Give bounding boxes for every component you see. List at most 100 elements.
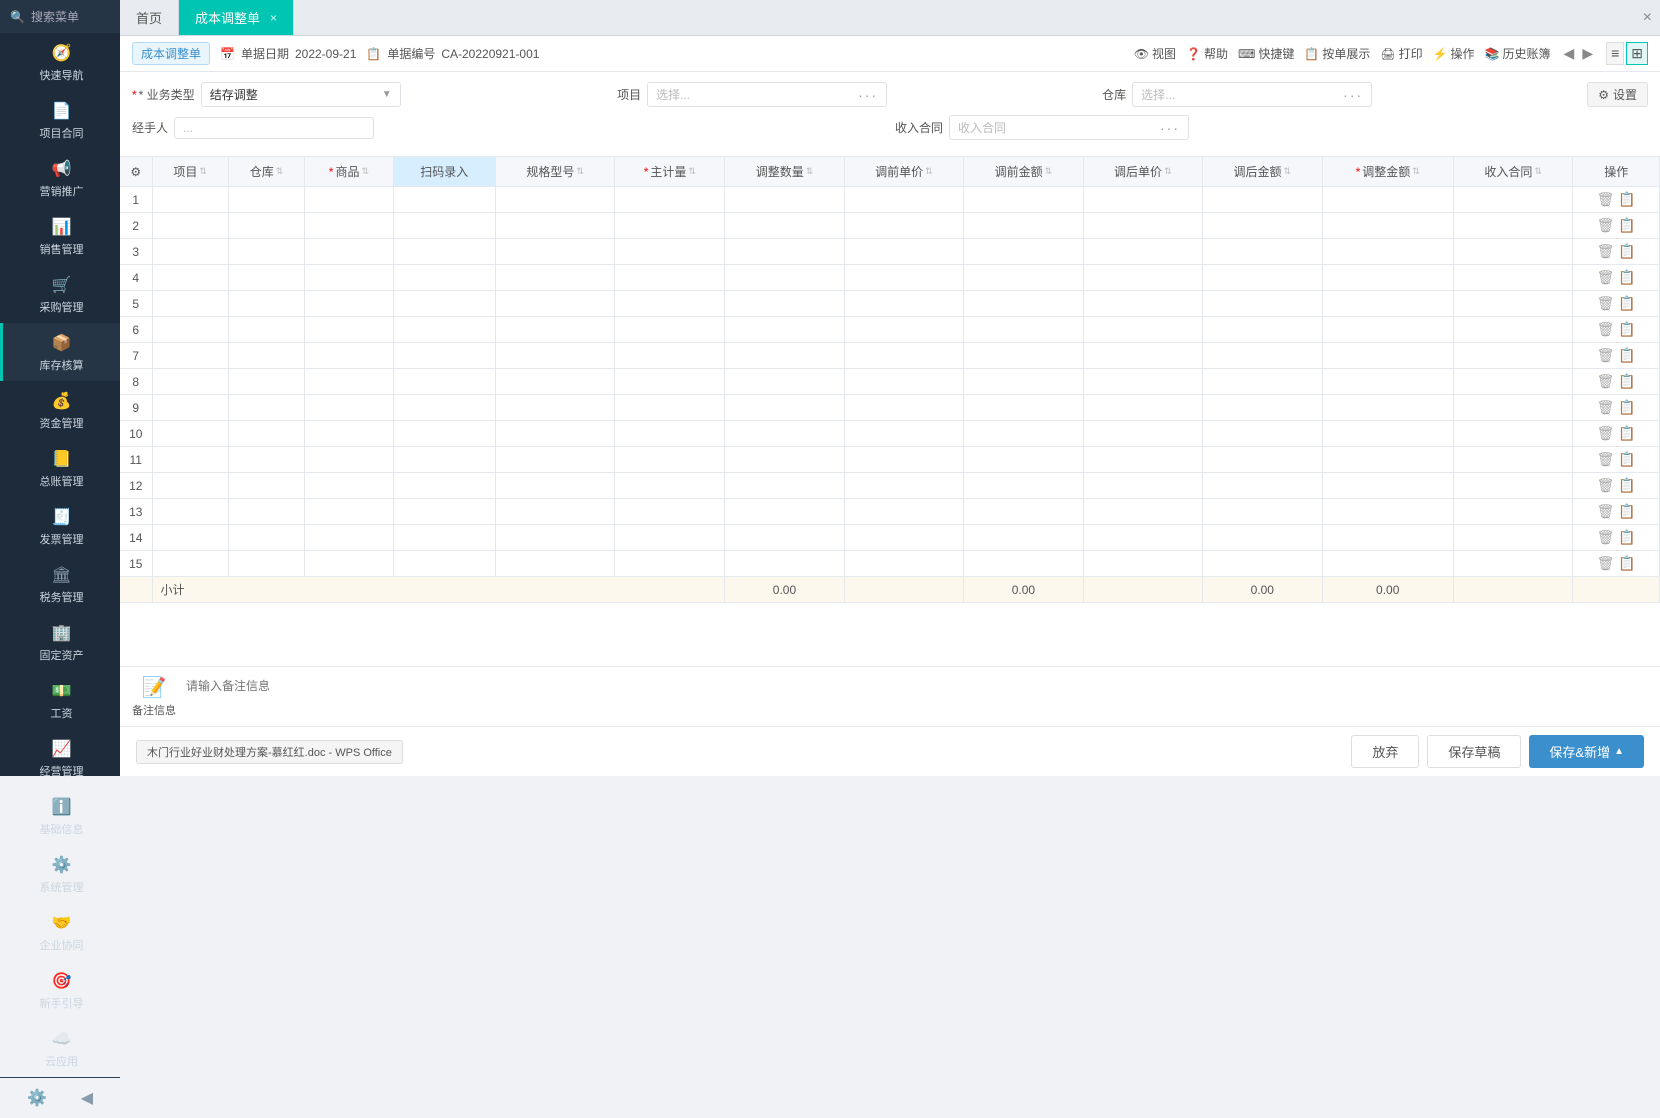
row-copy-icon[interactable]: 📋 [1618,347,1635,364]
project-more-icon[interactable]: ··· [858,87,878,103]
grid-view-icon[interactable]: ⊞ [1626,42,1648,65]
project-input[interactable]: 选择... ··· [647,82,887,107]
sidebar-item-sales-management[interactable]: 📊 销售管理 [0,207,120,265]
row-delete-icon[interactable]: 🗑 [1597,321,1615,338]
sidebar-item-ledger-management[interactable]: 📒 总账管理 [0,439,120,497]
draft-button[interactable]: 保存草稿 [1427,735,1521,768]
table-row: 5 🗑 📋 [120,291,1660,317]
th-project: 项目⇅ [152,157,228,187]
row-copy-icon[interactable]: 📋 [1618,529,1635,546]
row-copy-icon[interactable]: 📋 [1618,425,1635,442]
row-delete-icon[interactable]: 🗑 [1597,425,1615,442]
warehouse-input[interactable]: 选择... ··· [1132,82,1372,107]
row-delete-icon[interactable]: 🗑 [1597,529,1615,546]
sidebar-search[interactable]: 🔍 搜索菜单 [0,0,120,33]
th-action: 操作 [1573,157,1660,187]
table-area[interactable]: ⚙ 项目⇅ 仓库⇅ 商品⇅ 扫码录入 规格型号⇅ 主计量⇅ 调整数量⇅ 调前单价… [120,157,1660,666]
notes-input[interactable] [186,675,1648,697]
th-scan[interactable]: 扫码录入 [393,157,495,187]
income-contract-input[interactable]: 收入合同 ··· [949,115,1189,140]
sidebar-item-tax-management[interactable]: 🏛 税务管理 [0,555,120,613]
row-delete-icon[interactable]: 🗑 [1597,347,1615,364]
row-delete-icon[interactable]: 🗑 [1597,503,1615,520]
toolbar-operation-btn[interactable]: ⚡ 操作 [1433,45,1475,62]
summary-adjust-amount: 0.00 [1322,577,1453,603]
row-delete-icon[interactable]: 🗑 [1597,295,1615,312]
th-adjust-qty: 调整数量⇅ [725,157,844,187]
row-number: 4 [120,265,152,291]
notes-icon-area[interactable]: 📝 备注信息 [132,675,176,718]
sidebar-item-quick-nav[interactable]: 🧭 快速导航 [0,33,120,91]
handler-group: 经手人 ... [132,117,885,139]
sidebar-item-project-contract[interactable]: 📄 项目合同 [0,91,120,149]
sidebar-item-basic-info[interactable]: ℹ️ 基础信息 [0,787,120,845]
th-settings[interactable]: ⚙ [120,157,152,187]
row-delete-icon[interactable]: 🗑 [1597,399,1615,416]
row-delete-icon[interactable]: 🗑 [1597,269,1615,286]
row-copy-icon[interactable]: 📋 [1618,477,1635,494]
row-copy-icon[interactable]: 📋 [1618,191,1635,208]
sidebar-item-fixed-assets[interactable]: 🏢 固定资产 [0,613,120,671]
form-meta-number: 📋 单据编号 CA-20220921-001 [366,45,539,62]
th-spec: 规格型号⇅ [495,157,614,187]
sidebar-item-enterprise-coop[interactable]: 🤝 企业协同 [0,903,120,961]
row-delete-icon[interactable]: 🗑 [1597,477,1615,494]
row-number: 6 [120,317,152,343]
row-delete-icon[interactable]: 🗑 [1597,451,1615,468]
enterprise-coop-icon: 🤝 [52,913,72,933]
sidebar-item-purchase-management[interactable]: 🛒 采购管理 [0,265,120,323]
row-delete-icon[interactable]: 🗑 [1597,373,1615,390]
row-copy-icon[interactable]: 📋 [1618,555,1635,572]
toolbar-handle-btn[interactable]: 📋 按单展示 [1304,45,1370,62]
sidebar-item-system[interactable]: ⚙️ 系统管理 [0,845,120,903]
row-copy-icon[interactable]: 📋 [1618,217,1635,234]
tab-cost-adjustment[interactable]: 成本调整单 × [179,0,294,35]
th-warehouse: 仓库⇅ [228,157,304,187]
income-contract-more-icon[interactable]: ··· [1160,120,1180,136]
taskbar-item[interactable]: 木门行业好业财处理方案-慕红红.doc - WPS Office [136,740,403,764]
row-delete-icon[interactable]: 🗑 [1597,243,1615,260]
sidebar-item-sales-promotion[interactable]: 📢 营销推广 [0,149,120,207]
row-delete-icon[interactable]: 🗑 [1597,191,1615,208]
window-close-button[interactable]: × [1643,9,1660,27]
warehouse-more-icon[interactable]: ··· [1343,87,1363,103]
row-copy-icon[interactable]: 📋 [1618,321,1635,338]
handler-input[interactable]: ... [174,117,374,139]
tab-home[interactable]: 首页 [120,0,179,35]
sidebar-item-fund-management[interactable]: 💰 资金管理 [0,381,120,439]
toolbar-print-btn[interactable]: 🖨 打印 [1380,45,1422,62]
sidebar-item-new-guide[interactable]: 🎯 新手引导 [0,961,120,1019]
row-delete-icon[interactable]: 🗑 [1597,555,1615,572]
row-copy-icon[interactable]: 📋 [1618,243,1635,260]
row-copy-icon[interactable]: 📋 [1618,269,1635,286]
toolbar-shortcut-btn[interactable]: ⌨ 快捷键 [1238,45,1294,62]
discard-button[interactable]: 放弃 [1351,735,1419,768]
form-title-badge: 成本调整单 [132,42,210,65]
row-copy-icon[interactable]: 📋 [1618,295,1635,312]
business-type-input[interactable]: 结存调整 ▼ [201,82,401,107]
row-copy-icon[interactable]: 📋 [1618,451,1635,468]
row-copy-icon[interactable]: 📋 [1618,373,1635,390]
sidebar-item-inventory[interactable]: 📦 库存核算 [0,323,120,381]
basic-info-icon: ℹ️ [52,797,72,817]
settings-icon[interactable]: ⚙️ [27,1088,47,1108]
nav-prev[interactable]: ◀ [1561,44,1578,63]
list-view-icon[interactable]: ≡ [1606,42,1624,65]
settings-button[interactable]: ⚙ 设置 [1587,82,1648,107]
row-delete-icon[interactable]: 🗑 [1597,217,1615,234]
sidebar-item-invoice-management[interactable]: 🧾 发票管理 [0,497,120,555]
row-copy-icon[interactable]: 📋 [1618,399,1635,416]
sidebar-item-operations[interactable]: 📈 经营管理 [0,729,120,787]
row-number: 14 [120,525,152,551]
sidebar-item-payroll[interactable]: 💵 工资 [0,671,120,729]
toolbar-history-btn[interactable]: 📚 历史账簿 [1485,45,1551,62]
nav-next[interactable]: ▶ [1579,44,1596,63]
row-number: 15 [120,551,152,577]
collapse-icon[interactable]: ◀ [81,1088,93,1108]
toolbar-view-btn[interactable]: 👁 视图 [1134,45,1176,62]
tab-close-icon[interactable]: × [270,12,277,24]
row-copy-icon[interactable]: 📋 [1618,503,1635,520]
toolbar-help-btn[interactable]: ❓ 帮助 [1186,45,1228,62]
save-button[interactable]: 保存&新增 ▲ [1529,735,1644,768]
sidebar-item-cloud-apps[interactable]: ☁️ 云应用 [0,1019,120,1077]
